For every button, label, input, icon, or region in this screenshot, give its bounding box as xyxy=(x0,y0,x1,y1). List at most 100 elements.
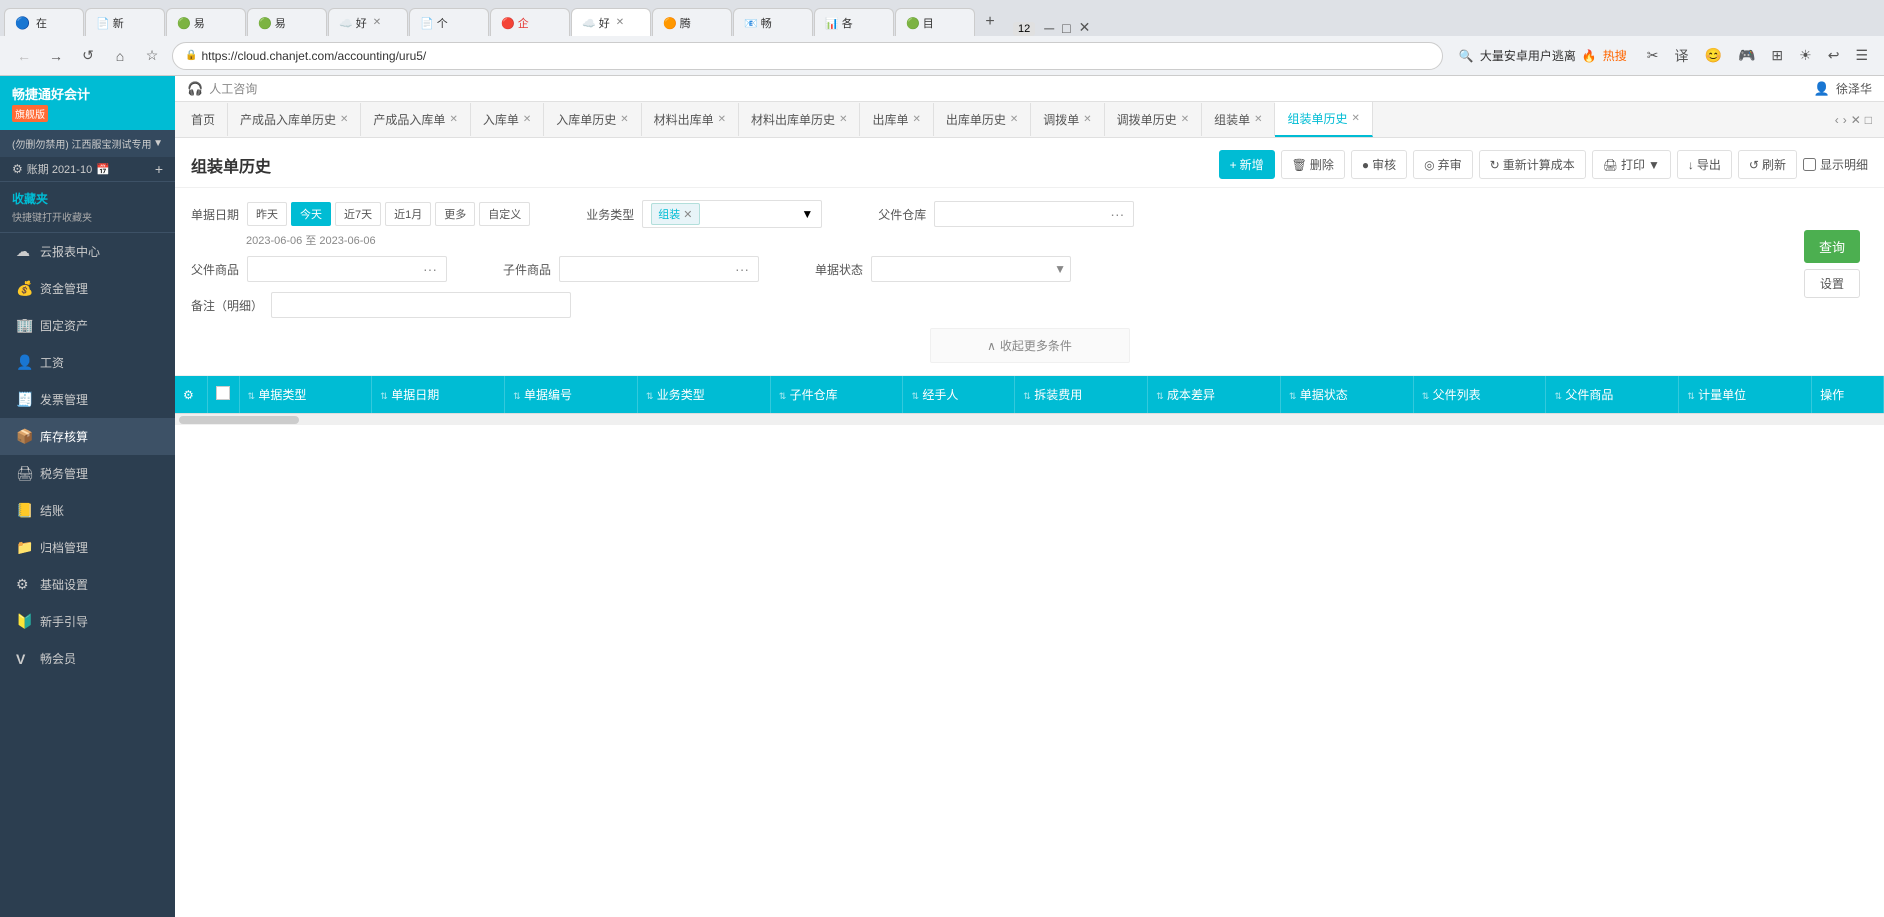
page-tab-material-out-history[interactable]: 材料出库单历史 ✕ xyxy=(739,103,860,136)
maximize-button[interactable]: □ xyxy=(1062,20,1070,36)
remark-input[interactable] xyxy=(271,292,571,318)
back-button[interactable]: ← xyxy=(12,44,36,68)
sidebar-item-member[interactable]: V 畅会员 xyxy=(0,640,175,677)
tab-close-8[interactable]: ✕ xyxy=(1010,114,1018,125)
sidebar-item-inventory[interactable]: 📦 库存核算 xyxy=(0,418,175,455)
tab-close-10[interactable]: ✕ xyxy=(1181,114,1189,125)
audit-button[interactable]: ● 审核 xyxy=(1351,150,1407,179)
th-bill-no[interactable]: ⇅ 单据编号 xyxy=(505,376,638,413)
date-btn-today[interactable]: 今天 xyxy=(291,202,331,226)
panel-right-arrow[interactable]: › xyxy=(1843,113,1847,127)
th-checkbox[interactable] xyxy=(207,376,239,413)
th-bill-status[interactable]: ⇅ 单据状态 xyxy=(1280,376,1413,413)
sidebar-item-finance[interactable]: 💰 资金管理 xyxy=(0,270,175,307)
th-disassembly-fee[interactable]: ⇅ 拆装费用 xyxy=(1015,376,1148,413)
tab-close-6[interactable]: ✕ xyxy=(839,114,847,125)
browser-tab-5[interactable]: ☁️ 好 ✕ xyxy=(328,8,408,36)
sidebar-item-payroll[interactable]: 👤 工资 xyxy=(0,344,175,381)
browser-tab-6[interactable]: 📄 个 xyxy=(409,8,489,36)
browser-tab-2[interactable]: 📄 新 xyxy=(85,8,165,36)
plus-icon[interactable]: + xyxy=(155,161,163,177)
browser-tab-8[interactable]: ☁️ 好 ✕ xyxy=(571,8,651,36)
undo-icon[interactable]: ↩ xyxy=(1824,45,1844,66)
abandon-button[interactable]: ◎ 弃审 xyxy=(1413,150,1473,179)
th-business-type[interactable]: ⇅ 业务类型 xyxy=(637,376,770,413)
scroll-thumb[interactable] xyxy=(179,416,299,424)
delete-button[interactable]: 🗑 删除 xyxy=(1281,150,1345,179)
settings-filter-button[interactable]: 设置 xyxy=(1804,269,1860,298)
settings-icon[interactable]: ⚙ xyxy=(12,162,23,176)
menu-icon[interactable]: ☰ xyxy=(1851,45,1872,66)
browser-tab-4[interactable]: 🟢 易 xyxy=(247,8,327,36)
new-tab-button[interactable]: + xyxy=(976,8,1004,36)
horizontal-scrollbar[interactable] xyxy=(175,413,1884,425)
sidebar-item-cloud-report[interactable]: ☁ 云报表中心 xyxy=(0,233,175,270)
print-button[interactable]: 🖨 打印 ▼ xyxy=(1592,150,1671,179)
th-child-warehouse[interactable]: ⇅ 子件仓库 xyxy=(770,376,903,413)
date-btn-yesterday[interactable]: 昨天 xyxy=(247,202,287,226)
page-tab-out-order[interactable]: 出库单 ✕ xyxy=(860,103,933,136)
refresh-browser-button[interactable]: ↺ xyxy=(76,44,100,68)
browser-tab-3[interactable]: 🟢 易 xyxy=(166,8,246,36)
tab-close-2[interactable]: ✕ xyxy=(449,114,457,125)
panel-maximize[interactable]: □ xyxy=(1865,113,1872,127)
sidebar-item-invoice[interactable]: 🧾 发票管理 xyxy=(0,381,175,418)
browser-tab-10[interactable]: 📧 畅 xyxy=(733,8,813,36)
th-bill-type[interactable]: ⇅ 单据类型 xyxy=(239,376,372,413)
date-btn-1month[interactable]: 近1月 xyxy=(385,202,431,226)
home-button[interactable]: ⌂ xyxy=(108,44,132,68)
panel-left-arrow[interactable]: ‹ xyxy=(1835,113,1839,127)
scissors-icon[interactable]: ✂ xyxy=(1643,45,1663,66)
page-tab-transfer-history[interactable]: 调拨单历史 ✕ xyxy=(1105,103,1202,136)
panel-close[interactable]: ✕ xyxy=(1851,113,1861,127)
th-settings[interactable]: ⚙ xyxy=(175,376,207,413)
tab-close-5[interactable]: ✕ xyxy=(373,17,381,28)
sidebar-item-assets[interactable]: 🏢 固定资产 xyxy=(0,307,175,344)
browser-tab-1[interactable]: 🔵 在 xyxy=(4,8,84,36)
tab-close-11[interactable]: ✕ xyxy=(1254,114,1262,125)
tab-close-3[interactable]: ✕ xyxy=(523,114,531,125)
bookmark-button[interactable]: ☆ xyxy=(140,44,164,68)
sidebar-item-archive[interactable]: 📁 归档管理 xyxy=(0,529,175,566)
company-selector[interactable]: (勿删勿禁用) 江西服宝测试专用 ▼ xyxy=(0,130,175,157)
sun-icon[interactable]: ☀ xyxy=(1795,45,1816,66)
tab-close-12[interactable]: ✕ xyxy=(1352,113,1360,124)
th-parent-goods[interactable]: ⇅ 父件商品 xyxy=(1546,376,1679,413)
th-bill-date[interactable]: ⇅ 单据日期 xyxy=(372,376,505,413)
page-tab-finished-goods-in[interactable]: 产成品入库单 ✕ xyxy=(361,103,470,136)
parent-warehouse-more[interactable]: ··· xyxy=(1110,206,1124,222)
browser-tab-11[interactable]: 📊 各 xyxy=(814,8,894,36)
bill-status-dropdown[interactable]: ▼ xyxy=(1054,262,1066,276)
gamepad-icon[interactable]: 🎮 xyxy=(1734,45,1759,66)
tab-close-5[interactable]: ✕ xyxy=(718,114,726,125)
page-tab-out-history[interactable]: 出库单历史 ✕ xyxy=(934,103,1031,136)
sidebar-item-settle[interactable]: 📒 结账 xyxy=(0,492,175,529)
page-tab-in-history[interactable]: 入库单历史 ✕ xyxy=(544,103,641,136)
tab-close-8[interactable]: ✕ xyxy=(616,17,624,28)
page-tab-assembly[interactable]: 组装单 ✕ xyxy=(1202,103,1275,136)
forward-button[interactable]: → xyxy=(44,44,68,68)
calendar-icon[interactable]: 📅 xyxy=(96,163,110,176)
parent-warehouse-input[interactable] xyxy=(939,202,1110,226)
th-parent-list[interactable]: ⇅ 父件列表 xyxy=(1413,376,1546,413)
translate-icon[interactable]: 译 xyxy=(1671,44,1693,68)
minimize-button[interactable]: ─ xyxy=(1044,20,1054,36)
tab-close-7[interactable]: ✕ xyxy=(912,114,920,125)
new-button[interactable]: + 新增 xyxy=(1219,150,1275,179)
child-goods-more[interactable]: ··· xyxy=(735,261,749,277)
sidebar-item-guide[interactable]: 🔰 新手引导 xyxy=(0,603,175,640)
date-btn-7days[interactable]: 近7天 xyxy=(335,202,381,226)
sidebar-item-settings[interactable]: ⚙ 基础设置 xyxy=(0,566,175,603)
tab-close-4[interactable]: ✕ xyxy=(620,114,628,125)
browser-tab-7[interactable]: 🔴 企 xyxy=(490,8,570,36)
emoji-icon[interactable]: 😊 xyxy=(1701,45,1726,66)
date-btn-more[interactable]: 更多 xyxy=(435,202,475,226)
query-button[interactable]: 查询 xyxy=(1804,230,1860,263)
page-tab-home[interactable]: 首页 xyxy=(179,103,228,136)
tab-close-9[interactable]: ✕ xyxy=(1083,114,1091,125)
parent-goods-more[interactable]: ··· xyxy=(423,261,437,277)
refresh-button[interactable]: ↺ 刷新 xyxy=(1738,150,1797,179)
child-goods-input[interactable] xyxy=(564,257,735,281)
collapse-button[interactable]: ∧ 收起更多条件 xyxy=(930,328,1130,363)
parent-goods-input[interactable] xyxy=(252,257,423,281)
